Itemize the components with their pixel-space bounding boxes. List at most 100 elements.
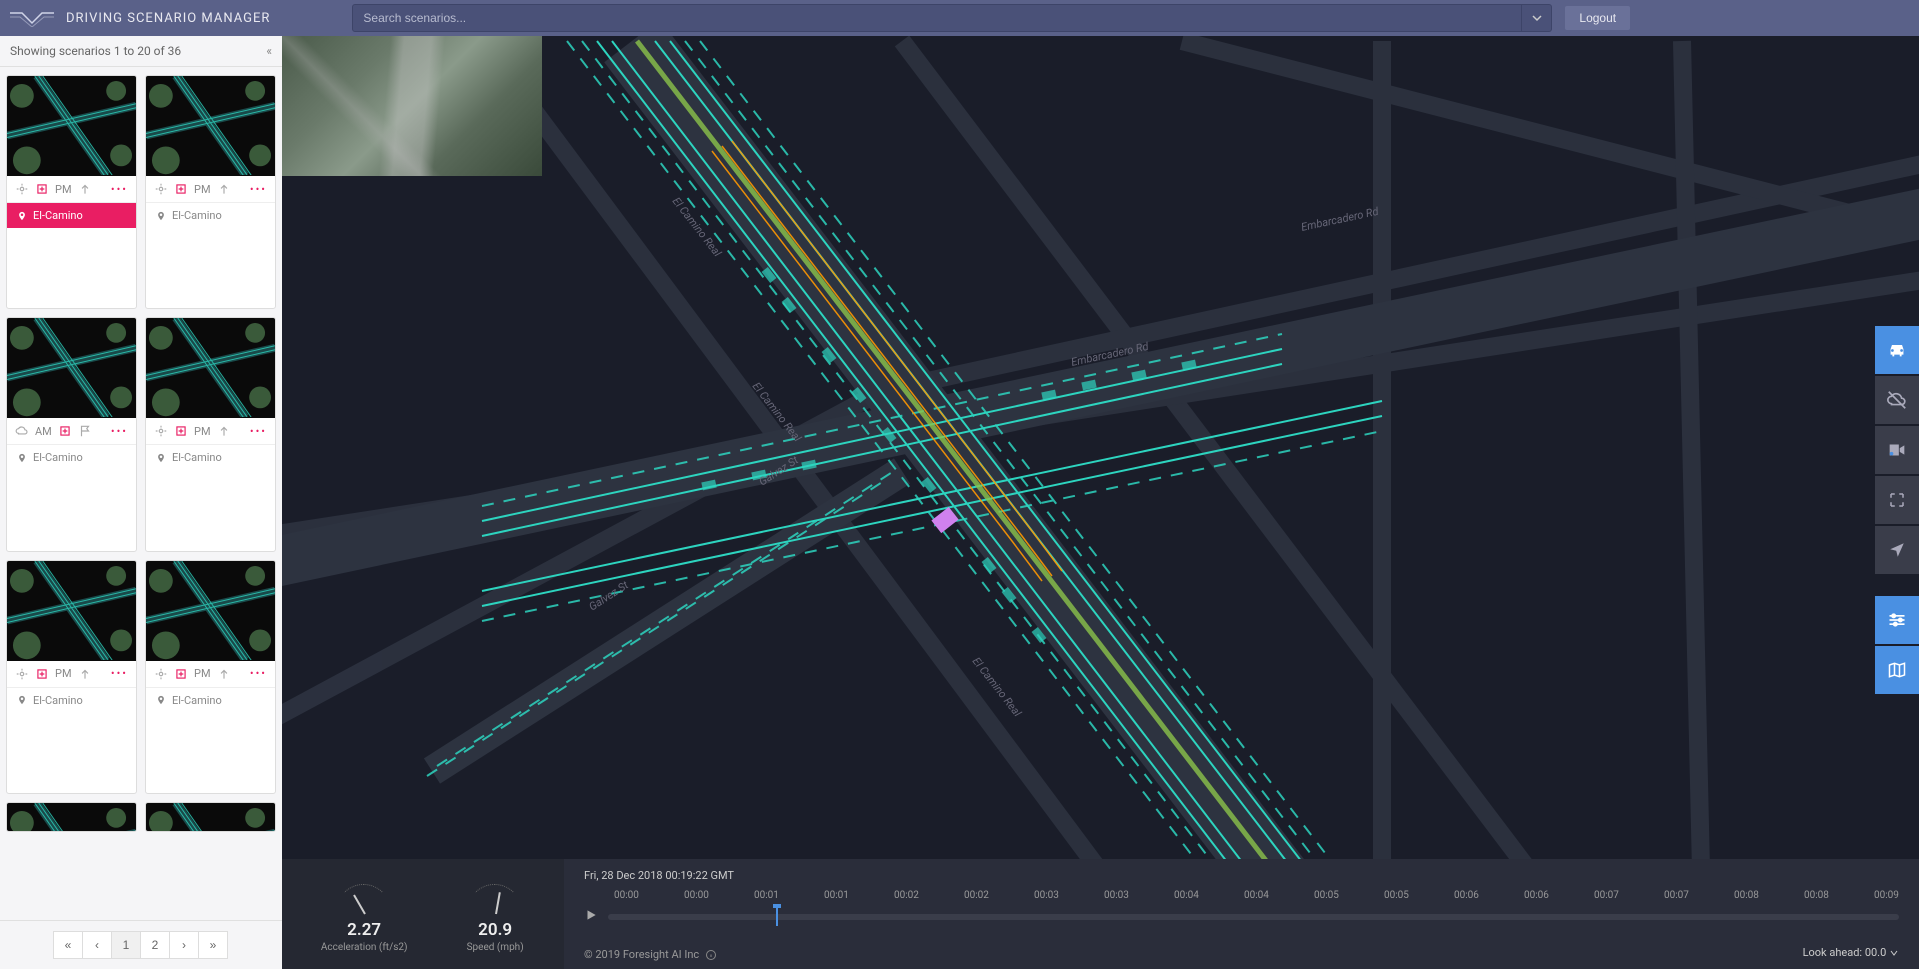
scenario-thumbnail[interactable] — [146, 803, 275, 832]
timeline-tick: 00:00 — [614, 890, 639, 901]
target-icon[interactable] — [154, 424, 168, 438]
fullscreen-button[interactable] — [1875, 476, 1919, 524]
pagination: « ‹ 1 2 › » — [0, 920, 282, 969]
time-badge: PM — [194, 667, 211, 680]
target-icon[interactable] — [154, 182, 168, 196]
scenario-location[interactable]: El-Camino — [7, 688, 136, 713]
target-icon[interactable] — [154, 667, 168, 681]
arrow-up-icon[interactable] — [217, 424, 231, 438]
scenario-thumbnail[interactable] — [146, 76, 275, 176]
collapse-sidebar-button[interactable]: « — [266, 44, 272, 58]
page-last-button[interactable]: » — [198, 931, 228, 959]
scenario-card[interactable]: AM ••• El-Camino — [6, 317, 137, 551]
scenario-thumbnail[interactable] — [7, 318, 136, 418]
timeline-tick: 00:05 — [1314, 890, 1339, 901]
timeline-panel: Fri, 28 Dec 2018 00:19:22 GMT 00:0000:00… — [564, 859, 1919, 969]
arrow-up-icon[interactable] — [217, 667, 231, 681]
pin-icon — [156, 210, 166, 222]
scenario-card[interactable]: PM ••• El-Camino — [145, 317, 276, 551]
map-viewport[interactable]: El Camino Real El Camino Real El Camino … — [282, 36, 1919, 969]
more-menu-button[interactable]: ••• — [250, 183, 267, 196]
navigation-button[interactable] — [1875, 526, 1919, 574]
timeline-tick: 00:09 — [1874, 890, 1899, 901]
more-menu-button[interactable]: ••• — [111, 183, 128, 196]
chevron-down-icon[interactable] — [1889, 948, 1899, 958]
scenario-card[interactable]: PM ••• El-Camino — [145, 560, 276, 794]
scenario-thumbnail[interactable] — [146, 561, 275, 661]
scenario-card[interactable]: PM ••• El-Camino — [6, 560, 137, 794]
settings-layer-button[interactable] — [1875, 596, 1919, 644]
search-input[interactable] — [352, 4, 1522, 32]
more-menu-button[interactable]: ••• — [250, 667, 267, 680]
arrow-up-icon[interactable] — [78, 182, 92, 196]
metrics-panel: 2.27 Acceleration (ft/s2) 20.9 Speed (mp… — [282, 859, 564, 969]
scenario-toolbar: PM ••• — [7, 176, 136, 203]
plus-icon[interactable] — [35, 667, 49, 681]
location-label: El-Camino — [172, 694, 222, 707]
timeline-track[interactable] — [608, 914, 1899, 920]
page-1-button[interactable]: 1 — [111, 931, 141, 959]
scenario-card[interactable]: PM ••• El-Camino — [6, 75, 137, 309]
arrow-up-icon[interactable] — [217, 182, 231, 196]
scenario-location[interactable]: El-Camino — [7, 203, 136, 228]
timeline-tick: 00:05 — [1384, 890, 1409, 901]
timeline-tick: 00:02 — [894, 890, 919, 901]
cloud-layer-button[interactable] — [1875, 376, 1919, 424]
timeline-tick: 00:06 — [1454, 890, 1479, 901]
aerial-inset-view[interactable] — [282, 36, 542, 176]
more-menu-button[interactable]: ••• — [111, 425, 128, 438]
scenario-location[interactable]: El-Camino — [146, 445, 275, 470]
info-icon[interactable] — [705, 949, 717, 961]
app-title: DRIVING SCENARIO MANAGER — [66, 11, 270, 26]
logout-button[interactable]: Logout — [1564, 5, 1631, 31]
page-prev-button[interactable]: ‹ — [82, 931, 112, 959]
timeline-tick: 00:02 — [964, 890, 989, 901]
more-menu-button[interactable]: ••• — [111, 667, 128, 680]
video-camera-icon — [1886, 439, 1908, 461]
scenario-thumbnail[interactable] — [7, 561, 136, 661]
cloud-off-icon — [1886, 389, 1908, 411]
location-label: El-Camino — [172, 451, 222, 464]
scenario-thumbnail[interactable] — [7, 76, 136, 176]
timeline-tick: 00:07 — [1594, 890, 1619, 901]
speed-metric: 20.9 Speed (mph) — [465, 876, 525, 953]
location-label: El-Camino — [33, 451, 83, 464]
scenario-card[interactable] — [145, 802, 276, 832]
scenario-card[interactable] — [6, 802, 137, 832]
map-layer-button[interactable] — [1875, 646, 1919, 694]
play-button[interactable] — [584, 907, 598, 926]
timeline-playhead[interactable] — [776, 908, 778, 926]
plus-icon[interactable] — [58, 424, 72, 438]
time-badge: PM — [194, 183, 211, 196]
timeline-tick: 00:01 — [754, 890, 779, 901]
target-icon[interactable] — [15, 182, 29, 196]
plus-icon[interactable] — [174, 424, 188, 438]
pin-icon — [156, 694, 166, 706]
target-icon[interactable] — [15, 667, 29, 681]
scenario-location[interactable]: El-Camino — [146, 688, 275, 713]
scenario-location[interactable]: El-Camino — [7, 445, 136, 470]
page-2-button[interactable]: 2 — [140, 931, 170, 959]
acceleration-label: Acceleration (ft/s2) — [321, 942, 408, 953]
page-next-button[interactable]: › — [169, 931, 199, 959]
arrow-up-icon[interactable] — [78, 667, 92, 681]
scenario-location[interactable]: El-Camino — [146, 203, 275, 228]
scenario-card[interactable]: PM ••• El-Camino — [145, 75, 276, 309]
showing-count: Showing scenarios 1 to 20 of 36 — [10, 44, 181, 58]
timeline-tick: 00:04 — [1174, 890, 1199, 901]
scenario-thumbnail[interactable] — [146, 318, 275, 418]
app-header: DRIVING SCENARIO MANAGER Logout — [0, 0, 1919, 36]
timeline-tick: 00:06 — [1524, 890, 1549, 901]
vehicle-layer-button[interactable] — [1875, 326, 1919, 374]
plus-icon[interactable] — [174, 667, 188, 681]
plus-icon[interactable] — [174, 182, 188, 196]
pin-icon — [17, 452, 27, 464]
camera-button[interactable] — [1875, 426, 1919, 474]
search-dropdown-button[interactable] — [1522, 4, 1552, 32]
flag-icon[interactable] — [78, 424, 92, 438]
scenario-thumbnail[interactable] — [7, 803, 136, 832]
timeline-tick: 00:03 — [1104, 890, 1129, 901]
plus-icon[interactable] — [35, 182, 49, 196]
more-menu-button[interactable]: ••• — [250, 425, 267, 438]
page-first-button[interactable]: « — [53, 931, 83, 959]
